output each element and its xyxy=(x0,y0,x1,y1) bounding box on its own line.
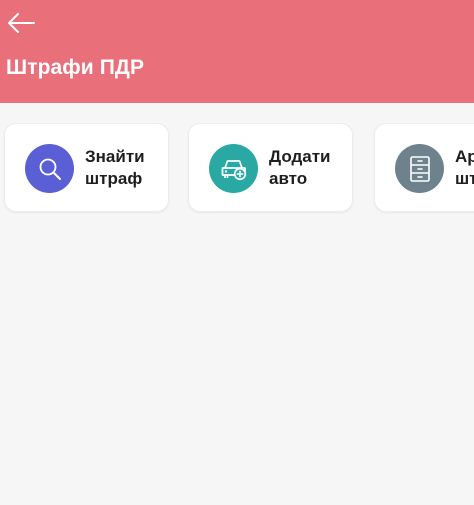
car-add-icon xyxy=(221,159,246,180)
archive-icon-circle xyxy=(395,144,444,193)
archive-label: Ар шт xyxy=(455,147,474,188)
archive-icon xyxy=(409,155,430,182)
back-button[interactable] xyxy=(4,6,38,40)
car-add-icon-circle xyxy=(209,144,258,193)
archive-card[interactable]: Ар шт xyxy=(374,123,474,212)
action-cards-row[interactable]: Знайти штраф Додати авто Ар шт xyxy=(0,103,474,505)
page-title: Штрафи ПДР xyxy=(6,56,145,79)
arrow-left-icon xyxy=(8,13,35,33)
find-fine-card[interactable]: Знайти штраф xyxy=(4,123,169,212)
add-car-card[interactable]: Додати авто xyxy=(188,123,353,212)
search-icon xyxy=(39,158,61,180)
add-car-label: Додати авто xyxy=(269,147,331,188)
search-icon-circle xyxy=(25,144,74,193)
app-header: Штрафи ПДР xyxy=(0,0,474,103)
find-fine-label: Знайти штраф xyxy=(85,147,145,188)
